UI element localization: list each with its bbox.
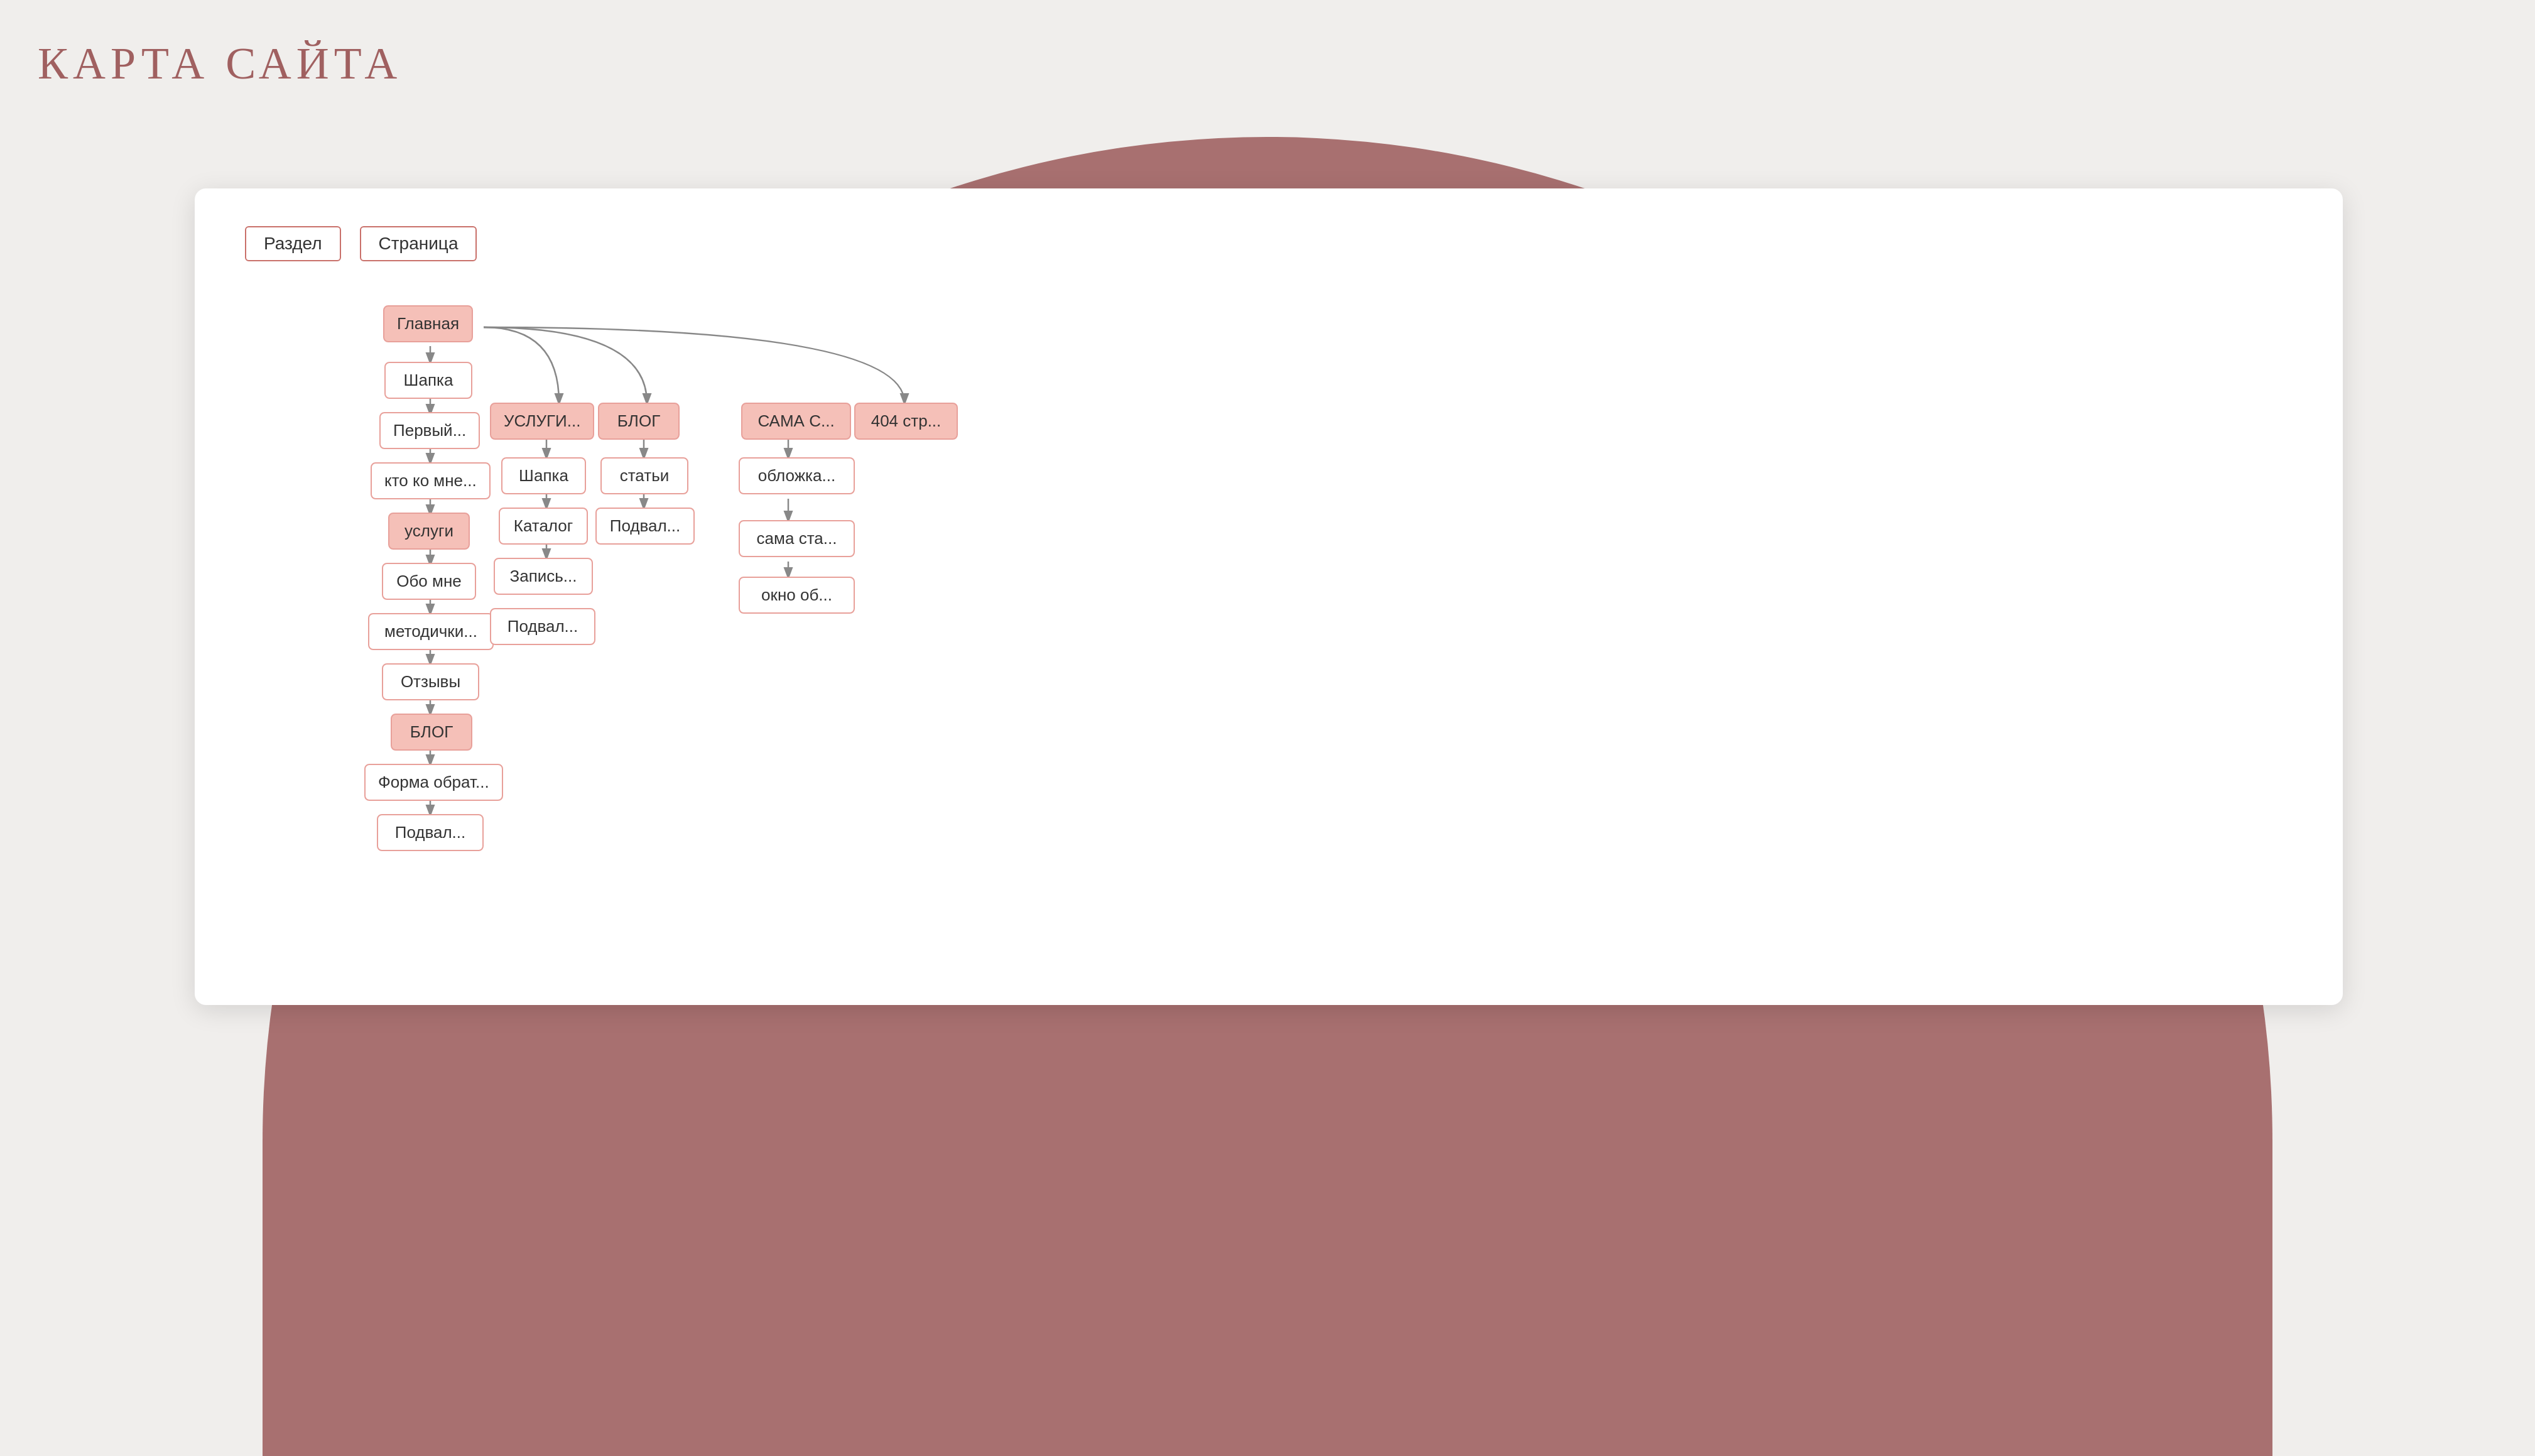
node-zapis[interactable]: Запись...: [494, 558, 593, 595]
node-blog-page[interactable]: БЛОГ: [598, 403, 680, 440]
node-stati[interactable]: статьи: [600, 457, 688, 494]
node-obo-mne[interactable]: Обо мне: [382, 563, 476, 600]
node-sama[interactable]: САМА С...: [741, 403, 851, 440]
node-kto[interactable]: кто ко мне...: [371, 462, 491, 499]
node-sama-sta[interactable]: сама ста...: [739, 520, 855, 557]
node-podval-blog[interactable]: Подвал...: [595, 508, 695, 545]
node-metodichki[interactable]: методички...: [368, 613, 494, 650]
node-error404[interactable]: 404 стр...: [854, 403, 958, 440]
node-glavnaya[interactable]: Главная: [383, 305, 473, 342]
node-shapka-uslugi[interactable]: Шапка: [501, 457, 586, 494]
legend: Раздел Страница: [245, 226, 2293, 261]
node-podval-uslugi[interactable]: Подвал...: [490, 608, 595, 645]
node-blog-sec[interactable]: БЛОГ: [391, 714, 472, 751]
legend-razdel: Раздел: [245, 226, 341, 261]
node-uslugi-sec[interactable]: услуги: [388, 513, 470, 550]
diagram-area: Главная Шапка Первый... кто ко мне... ус…: [245, 293, 2293, 984]
node-oblozhka[interactable]: обложка...: [739, 457, 855, 494]
legend-stranitsa: Страница: [360, 226, 477, 261]
page-title: КАРТА САЙТА: [38, 38, 402, 90]
node-uslugi-page[interactable]: УСЛУГИ...: [490, 403, 594, 440]
node-forma[interactable]: Форма обрат...: [364, 764, 503, 801]
diagram-card: Раздел Страница: [195, 188, 2343, 1005]
node-podval-main[interactable]: Подвал...: [377, 814, 484, 851]
node-okno[interactable]: окно об...: [739, 577, 855, 614]
node-perviy[interactable]: Первый...: [379, 412, 480, 449]
node-shapka[interactable]: Шапка: [384, 362, 472, 399]
node-katalog[interactable]: Каталог: [499, 508, 588, 545]
node-otzyvy[interactable]: Отзывы: [382, 663, 479, 700]
